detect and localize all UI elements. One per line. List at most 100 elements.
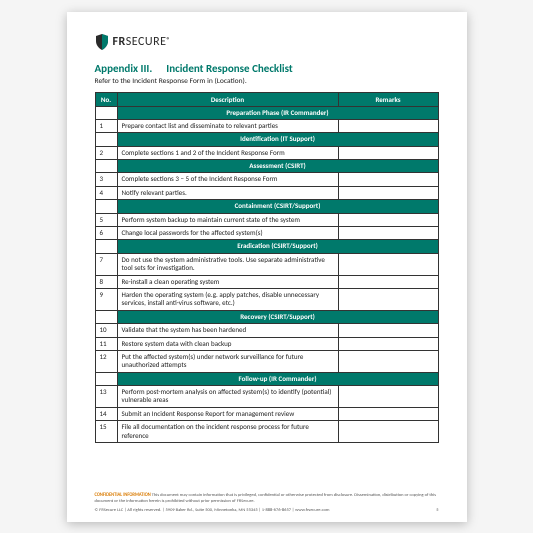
section-title: Containment (CSIRT/Support) [117, 200, 438, 213]
logo-row: FRSECURE® [95, 34, 439, 50]
section-empty-cell [95, 106, 117, 119]
col-no: No. [95, 92, 117, 106]
cell-no: 5 [95, 213, 117, 226]
table-row: 4Notify relevant parties. [95, 186, 438, 199]
section-empty-cell [95, 200, 117, 213]
table-row: 8Re-install a clean operating system [95, 275, 438, 288]
section-empty-cell [95, 160, 117, 173]
cell-description: Complete sections 1 and 2 of the Inciden… [117, 146, 338, 159]
table-row: 12Put the affected system(s) under netwo… [95, 350, 438, 372]
cell-description: File all documentation on the incident r… [117, 421, 338, 443]
cell-no: 1 [95, 119, 117, 132]
cell-remarks [338, 173, 438, 186]
section-row: Recovery (CSIRT/Support) [95, 310, 438, 323]
cell-remarks [338, 146, 438, 159]
cell-no: 14 [95, 407, 117, 420]
copyright-text: © FRSecure LLC | All rights reserved. | … [95, 508, 296, 513]
document-page: FRSECURE® Appendix III. Incident Response… [67, 12, 467, 522]
cell-no: 7 [95, 253, 117, 275]
cell-no: 3 [95, 173, 117, 186]
section-title: Assessment (CSIRT) [117, 160, 438, 173]
table-row: 5Perform system backup to maintain curre… [95, 213, 438, 226]
section-title: Follow-up (IR Commander) [117, 372, 438, 385]
cell-description: Submit an Incident Response Report for m… [117, 407, 338, 420]
cell-description: Change local passwords for the affected … [117, 227, 338, 240]
section-title: Preparation Phase (IR Commander) [117, 106, 438, 119]
table-body: Preparation Phase (IR Commander)1Prepare… [95, 106, 438, 443]
page-number: 5 [436, 508, 438, 514]
page-heading: Appendix III. Incident Response Checklist [95, 62, 439, 75]
col-remarks: Remarks [338, 92, 438, 106]
table-row: 14Submit an Incident Response Report for… [95, 407, 438, 420]
shield-icon [95, 34, 109, 50]
cell-remarks [338, 227, 438, 240]
brand-prefix: FR [113, 35, 126, 49]
table-row: 3Complete sections 3 – 5 of the Incident… [95, 173, 438, 186]
section-empty-cell [95, 133, 117, 146]
brand-registered: ® [166, 35, 170, 44]
table-row: 11Restore system data with clean backup [95, 337, 438, 350]
cell-description: Do not use the system administrative too… [117, 253, 338, 275]
cell-remarks [338, 386, 438, 408]
col-desc: Description [117, 92, 338, 106]
table-row: 10Validate that the system has been hard… [95, 324, 438, 337]
brand-text: FRSECURE® [113, 35, 171, 49]
section-title: Recovery (CSIRT/Support) [117, 310, 438, 323]
footer-url: www.frsecure.com [295, 508, 329, 513]
cell-remarks [338, 288, 438, 310]
section-row: Preparation Phase (IR Commander) [95, 106, 438, 119]
cell-no: 2 [95, 146, 117, 159]
cell-remarks [338, 324, 438, 337]
table-row: 2Complete sections 1 and 2 of the Incide… [95, 146, 438, 159]
section-row: Identification (IT Support) [95, 133, 438, 146]
checklist-table: No. Description Remarks Preparation Phas… [95, 92, 439, 444]
section-row: Follow-up (IR Commander) [95, 372, 438, 385]
cell-description: Put the affected system(s) under network… [117, 350, 338, 372]
cell-description: Perform post-mortem analysis on affected… [117, 386, 338, 408]
cell-no: 15 [95, 421, 117, 443]
confidential-line: CONFIDENTIAL INFORMATION This document m… [95, 493, 439, 505]
cell-description: Prepare contact list and disseminate to … [117, 119, 338, 132]
cell-description: Notify relevant parties. [117, 186, 338, 199]
cell-no: 9 [95, 288, 117, 310]
section-row: Eradication (CSIRT/Support) [95, 240, 438, 253]
cell-remarks [338, 119, 438, 132]
cell-remarks [338, 253, 438, 275]
appendix-label: Appendix III. [95, 62, 153, 75]
table-row: 6Change local passwords for the affected… [95, 227, 438, 240]
footer: CONFIDENTIAL INFORMATION This document m… [95, 493, 439, 514]
cell-description: Validate that the system has been harden… [117, 324, 338, 337]
cell-description: Re-install a clean operating system [117, 275, 338, 288]
cell-no: 13 [95, 386, 117, 408]
cell-description: Perform system backup to maintain curren… [117, 213, 338, 226]
confidential-label: CONFIDENTIAL INFORMATION [95, 493, 151, 498]
section-title: Identification (IT Support) [117, 133, 438, 146]
subheading: Refer to the Incident Response Form in (… [95, 77, 439, 86]
cell-remarks [338, 275, 438, 288]
cell-no: 6 [95, 227, 117, 240]
cell-description: Restore system data with clean backup [117, 337, 338, 350]
section-empty-cell [95, 372, 117, 385]
section-empty-cell [95, 310, 117, 323]
cell-description: Harden the operating system (e.g. apply … [117, 288, 338, 310]
cell-description: Complete sections 3 – 5 of the Incident … [117, 173, 338, 186]
copyright-line: © FRSecure LLC | All rights reserved. | … [95, 508, 439, 514]
heading-title: Incident Response Checklist [166, 62, 292, 75]
cell-no: 10 [95, 324, 117, 337]
table-row: 13Perform post-mortem analysis on affect… [95, 386, 438, 408]
cell-remarks [338, 213, 438, 226]
section-empty-cell [95, 240, 117, 253]
cell-remarks [338, 350, 438, 372]
cell-no: 11 [95, 337, 117, 350]
table-row: 9Harden the operating system (e.g. apply… [95, 288, 438, 310]
cell-remarks [338, 337, 438, 350]
table-row: 15File all documentation on the incident… [95, 421, 438, 443]
brand-main: SECURE [126, 35, 167, 49]
section-row: Containment (CSIRT/Support) [95, 200, 438, 213]
cell-remarks [338, 186, 438, 199]
cell-no: 12 [95, 350, 117, 372]
cell-no: 4 [95, 186, 117, 199]
table-row: 1Prepare contact list and disseminate to… [95, 119, 438, 132]
table-row: 7Do not use the system administrative to… [95, 253, 438, 275]
section-title: Eradication (CSIRT/Support) [117, 240, 438, 253]
